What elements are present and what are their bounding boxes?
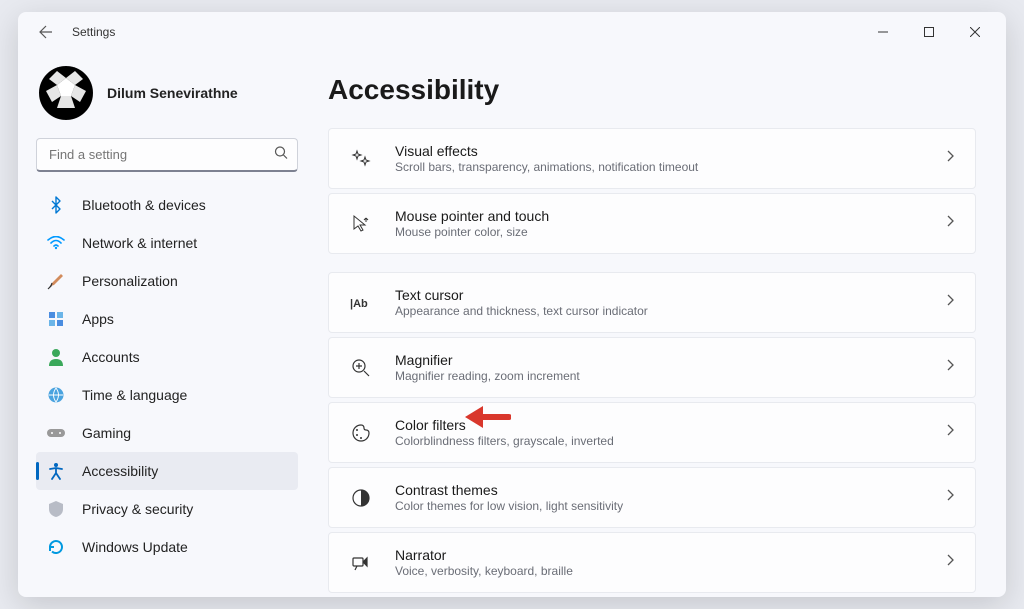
sidebar-item-accounts[interactable]: Accounts xyxy=(36,338,298,376)
cursor-icon xyxy=(349,212,373,236)
sidebar-item-time-language[interactable]: Time & language xyxy=(36,376,298,414)
card-visual-effects[interactable]: Visual effects Scroll bars, transparency… xyxy=(328,128,976,189)
content-area: Dilum Senevirathne Bluetooth & devices N… xyxy=(18,52,1006,597)
person-icon xyxy=(46,347,66,367)
chevron-right-icon xyxy=(945,488,955,507)
maximize-button[interactable] xyxy=(906,16,952,48)
sidebar-item-windows-update[interactable]: Windows Update xyxy=(36,528,298,566)
card-title: Contrast themes xyxy=(395,482,945,498)
main-panel: Accessibility Visual effects Scroll bars… xyxy=(308,52,1006,597)
search-wrap xyxy=(36,138,298,172)
card-desc: Colorblindness filters, grayscale, inver… xyxy=(395,434,945,448)
globe-icon xyxy=(46,385,66,405)
card-color-filters[interactable]: Color filters Colorblindness filters, gr… xyxy=(328,402,976,463)
sidebar-item-label: Gaming xyxy=(82,425,131,441)
card-contrast-themes[interactable]: Contrast themes Color themes for low vis… xyxy=(328,467,976,528)
sidebar: Dilum Senevirathne Bluetooth & devices N… xyxy=(18,52,308,597)
window-title: Settings xyxy=(72,25,115,39)
page-title: Accessibility xyxy=(328,74,976,106)
sidebar-item-label: Bluetooth & devices xyxy=(82,197,206,213)
chevron-right-icon xyxy=(945,423,955,442)
back-button[interactable] xyxy=(32,18,60,46)
palette-icon xyxy=(349,421,373,445)
brush-icon xyxy=(46,271,66,291)
search-icon xyxy=(274,146,288,165)
card-desc: Magnifier reading, zoom increment xyxy=(395,369,945,383)
card-title: Text cursor xyxy=(395,287,945,303)
card-narrator[interactable]: Narrator Voice, verbosity, keyboard, bra… xyxy=(328,532,976,593)
chevron-right-icon xyxy=(945,214,955,233)
card-desc: Appearance and thickness, text cursor in… xyxy=(395,304,945,318)
sidebar-item-label: Network & internet xyxy=(82,235,197,251)
sidebar-item-accessibility[interactable]: Accessibility xyxy=(36,452,298,490)
card-title: Visual effects xyxy=(395,143,945,159)
wifi-icon xyxy=(46,233,66,253)
close-button[interactable] xyxy=(952,16,998,48)
sparkle-icon xyxy=(349,147,373,171)
sidebar-item-label: Personalization xyxy=(82,273,178,289)
card-mouse-pointer[interactable]: Mouse pointer and touch Mouse pointer co… xyxy=(328,193,976,254)
sidebar-item-label: Time & language xyxy=(82,387,187,403)
sidebar-item-label: Accessibility xyxy=(82,463,158,479)
sidebar-item-label: Accounts xyxy=(82,349,140,365)
apps-icon xyxy=(46,309,66,329)
magnifier-icon xyxy=(349,356,373,380)
search-input[interactable] xyxy=(36,138,298,172)
titlebar: Settings xyxy=(18,12,1006,52)
back-arrow-icon xyxy=(38,24,54,40)
shield-icon xyxy=(46,499,66,519)
card-title: Mouse pointer and touch xyxy=(395,208,945,224)
chevron-right-icon xyxy=(945,149,955,168)
contrast-icon xyxy=(349,486,373,510)
sidebar-item-label: Apps xyxy=(82,311,114,327)
card-desc: Color themes for low vision, light sensi… xyxy=(395,499,945,513)
minimize-button[interactable] xyxy=(860,16,906,48)
sidebar-item-privacy[interactable]: Privacy & security xyxy=(36,490,298,528)
chevron-right-icon xyxy=(945,293,955,312)
sidebar-item-bluetooth[interactable]: Bluetooth & devices xyxy=(36,186,298,224)
text-cursor-icon: |Ab xyxy=(349,291,373,315)
card-title: Narrator xyxy=(395,547,945,563)
card-title: Magnifier xyxy=(395,352,945,368)
card-text-cursor[interactable]: |Ab Text cursor Appearance and thickness… xyxy=(328,272,976,333)
minimize-icon xyxy=(878,27,888,37)
card-desc: Voice, verbosity, keyboard, braille xyxy=(395,564,945,578)
accessibility-icon xyxy=(46,461,66,481)
settings-window: Settings xyxy=(18,12,1006,597)
sidebar-item-network[interactable]: Network & internet xyxy=(36,224,298,262)
sidebar-item-label: Privacy & security xyxy=(82,501,193,517)
nav-list: Bluetooth & devices Network & internet P… xyxy=(36,186,298,566)
maximize-icon xyxy=(924,27,934,37)
sidebar-item-personalization[interactable]: Personalization xyxy=(36,262,298,300)
close-icon xyxy=(970,27,980,37)
sidebar-item-label: Windows Update xyxy=(82,539,188,555)
card-magnifier[interactable]: Magnifier Magnifier reading, zoom increm… xyxy=(328,337,976,398)
profile-name: Dilum Senevirathne xyxy=(107,85,238,101)
narrator-icon xyxy=(349,551,373,575)
avatar xyxy=(39,66,93,120)
gamepad-icon xyxy=(46,423,66,443)
chevron-right-icon xyxy=(945,358,955,377)
svg-text:|Ab: |Ab xyxy=(350,298,368,310)
update-icon xyxy=(46,537,66,557)
chevron-right-icon xyxy=(945,553,955,572)
profile-block[interactable]: Dilum Senevirathne xyxy=(36,66,298,120)
bluetooth-icon xyxy=(46,195,66,215)
card-desc: Mouse pointer color, size xyxy=(395,225,945,239)
sidebar-item-apps[interactable]: Apps xyxy=(36,300,298,338)
card-title: Color filters xyxy=(395,417,945,433)
card-desc: Scroll bars, transparency, animations, n… xyxy=(395,160,945,174)
sidebar-item-gaming[interactable]: Gaming xyxy=(36,414,298,452)
